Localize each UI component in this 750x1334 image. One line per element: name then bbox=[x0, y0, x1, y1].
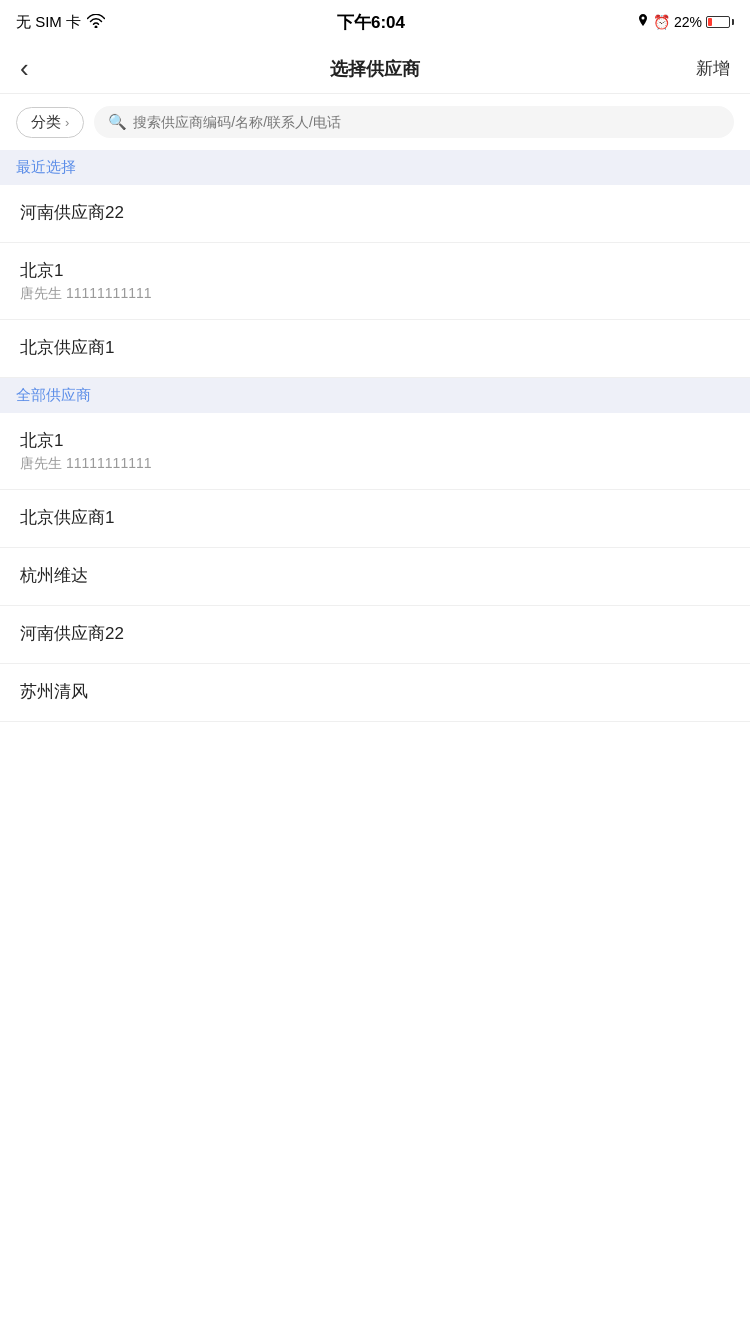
svg-point-0 bbox=[641, 16, 644, 19]
item-name: 北京1 bbox=[20, 429, 730, 452]
chevron-right-icon: › bbox=[65, 115, 69, 130]
alarm-icon: ⏰ bbox=[653, 14, 670, 30]
nav-bar: ‹ 选择供应商 新增 bbox=[0, 44, 750, 94]
wifi-icon bbox=[87, 14, 105, 31]
page-title: 选择供应商 bbox=[330, 57, 420, 81]
search-area: 分类 › 🔍 bbox=[0, 94, 750, 150]
search-input[interactable] bbox=[133, 114, 720, 130]
item-sub: 唐先生 11111111111 bbox=[20, 455, 730, 473]
item-name: 河南供应商22 bbox=[20, 622, 730, 645]
list-item[interactable]: 河南供应商22 bbox=[0, 185, 750, 243]
list-item[interactable]: 北京1 唐先生 11111111111 bbox=[0, 243, 750, 320]
status-left: 无 SIM 卡 bbox=[16, 13, 105, 32]
list-item[interactable]: 北京供应商1 bbox=[0, 490, 750, 548]
search-box[interactable]: 🔍 bbox=[94, 106, 734, 138]
item-sub: 唐先生 11111111111 bbox=[20, 285, 730, 303]
list-item[interactable]: 杭州维达 bbox=[0, 548, 750, 606]
section-header-text-recent: 最近选择 bbox=[16, 158, 76, 175]
section-header-all: 全部供应商 bbox=[0, 378, 750, 413]
status-time: 下午6:04 bbox=[337, 11, 405, 34]
back-button[interactable]: ‹ bbox=[20, 53, 60, 84]
list-item[interactable]: 北京1 唐先生 11111111111 bbox=[0, 413, 750, 490]
list-item[interactable]: 苏州清风 bbox=[0, 664, 750, 722]
item-name: 北京供应商1 bbox=[20, 506, 730, 529]
category-button[interactable]: 分类 › bbox=[16, 107, 84, 138]
new-supplier-button[interactable]: 新增 bbox=[690, 57, 730, 80]
battery-icon bbox=[706, 16, 734, 28]
item-name: 杭州维达 bbox=[20, 564, 730, 587]
item-name: 北京1 bbox=[20, 259, 730, 282]
no-sim-text: 无 SIM 卡 bbox=[16, 13, 81, 32]
battery-percent: 22% bbox=[674, 14, 702, 30]
item-name: 北京供应商1 bbox=[20, 336, 730, 359]
status-bar: 无 SIM 卡 下午6:04 ⏰ 22% bbox=[0, 0, 750, 44]
item-name: 苏州清风 bbox=[20, 680, 730, 703]
list-item[interactable]: 北京供应商1 bbox=[0, 320, 750, 378]
section-header-text-all: 全部供应商 bbox=[16, 386, 91, 403]
status-right: ⏰ 22% bbox=[637, 14, 734, 31]
list-item[interactable]: 河南供应商22 bbox=[0, 606, 750, 664]
search-icon: 🔍 bbox=[108, 113, 127, 131]
section-header-recent: 最近选择 bbox=[0, 150, 750, 185]
item-name: 河南供应商22 bbox=[20, 201, 730, 224]
sections-container: 最近选择河南供应商22 北京1 唐先生 11111111111 北京供应商1 全部供应商… bbox=[0, 150, 750, 722]
category-label: 分类 bbox=[31, 113, 61, 132]
location-icon bbox=[637, 14, 649, 31]
